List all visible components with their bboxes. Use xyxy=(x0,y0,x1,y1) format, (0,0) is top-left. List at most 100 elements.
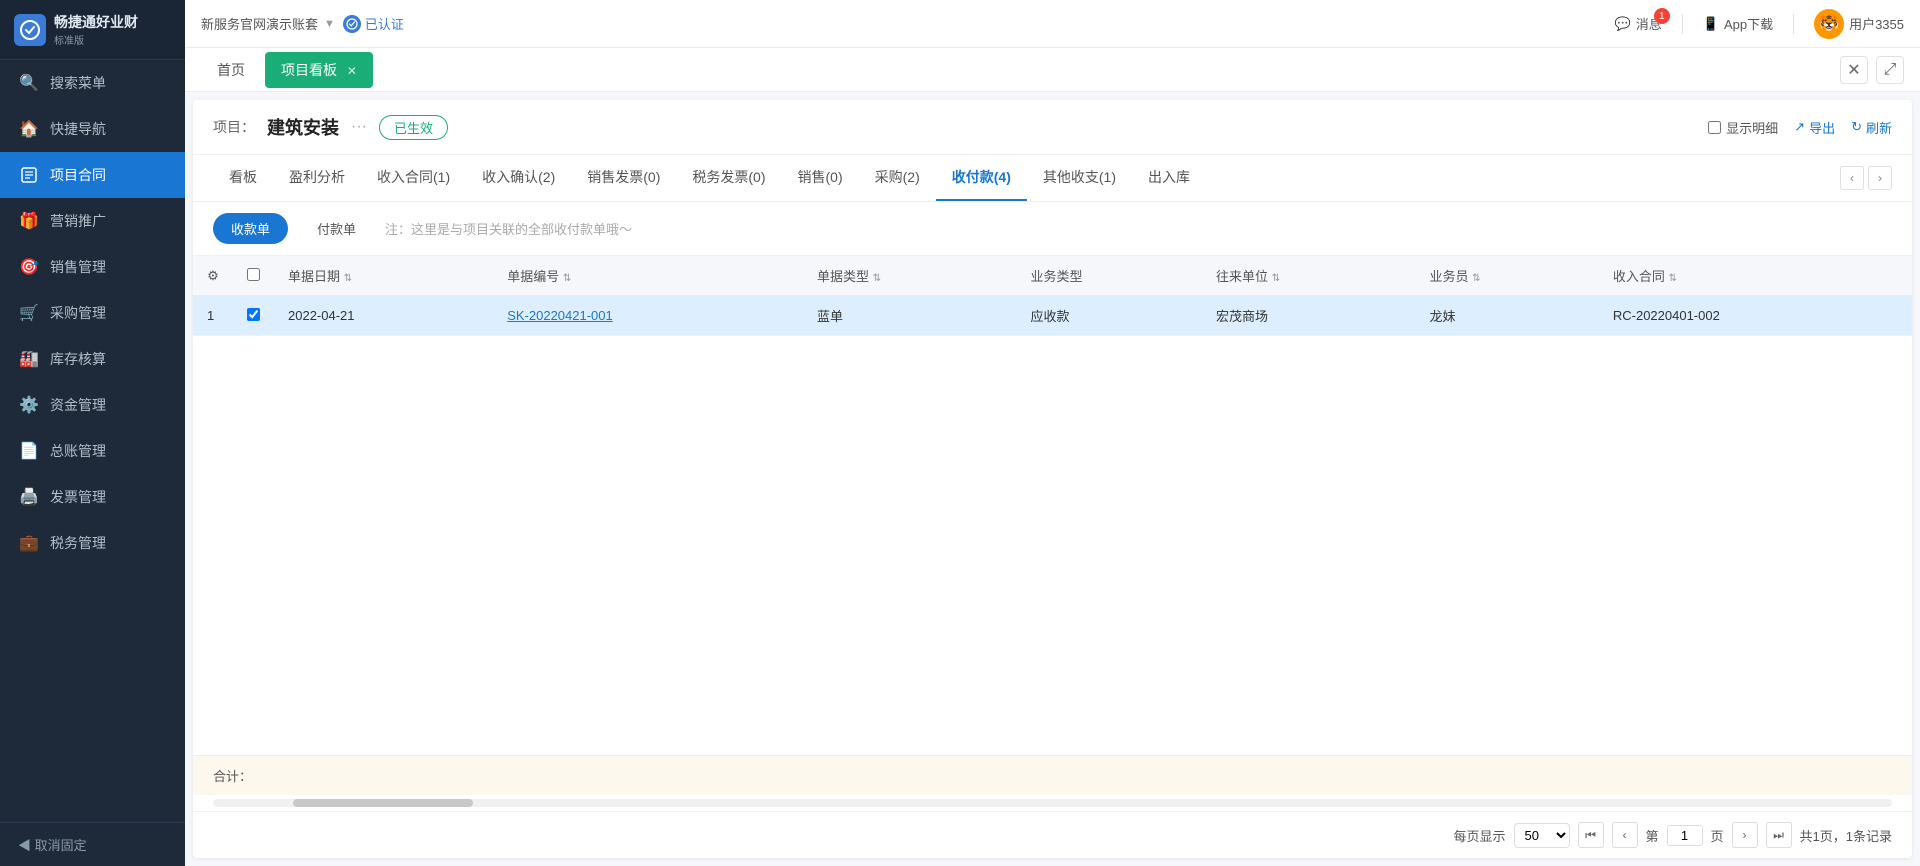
row-number[interactable]: SK-20220421-001 xyxy=(493,296,803,336)
sidebar-item-quick-nav[interactable]: 🏠 快捷导航 xyxy=(0,106,185,152)
message-badge: 1 xyxy=(1654,8,1670,24)
row-biz-type: 应收款 xyxy=(1016,296,1202,336)
project-more-btn[interactable]: ··· xyxy=(351,118,367,136)
sidebar-item-marketing[interactable]: 🎁 营销推广 xyxy=(0,198,185,244)
account-selector[interactable]: 新服务官网演示账套 ▼ xyxy=(201,14,335,33)
certified-text: 已认证 xyxy=(365,14,404,33)
table-checkbox-th[interactable] xyxy=(233,256,274,296)
row-date: 2022-04-21 xyxy=(274,296,493,336)
row-checkbox-cell[interactable] xyxy=(233,296,274,336)
th-number[interactable]: 单据编号 ⇅ xyxy=(493,256,803,296)
next-page-btn[interactable]: › xyxy=(1732,822,1758,848)
table-settings-th[interactable]: ⚙ xyxy=(193,256,233,296)
tabbar: 首页 项目看板 ✕ ✕ ⤢ xyxy=(185,48,1920,92)
th-biz-type: 业务类型 xyxy=(1016,256,1202,296)
th-partner[interactable]: 往来单位 ⇅ xyxy=(1202,256,1415,296)
sidebar-item-tax[interactable]: 💼 税务管理 xyxy=(0,520,185,566)
sub-nav-receipt-label: 收付款(4) xyxy=(952,169,1011,185)
app-download-button[interactable]: 📱 App下载 xyxy=(1703,14,1773,33)
sidebar-item-funds[interactable]: ⚙️ 资金管理 xyxy=(0,382,185,428)
gift-icon: 🎁 xyxy=(18,210,40,232)
row-number-link[interactable]: SK-20220421-001 xyxy=(507,308,613,323)
last-page-btn[interactable]: ⏭ xyxy=(1766,822,1792,848)
sidebar-item-label: 采购管理 xyxy=(50,303,106,323)
sidebar-item-label: 税务管理 xyxy=(50,533,106,553)
show-detail-checkbox[interactable]: 显示明细 xyxy=(1708,118,1778,137)
topbar-right: 💬 消息 1 📱 App下载 🐯 用户3355 xyxy=(1615,9,1904,39)
sub-nav-board[interactable]: 看板 xyxy=(213,155,273,201)
sub-nav-prev-arrow[interactable]: ‹ xyxy=(1840,166,1864,190)
sub-nav-sales-invoice-label: 销售发票(0) xyxy=(587,169,660,185)
sub-nav-income-confirm[interactable]: 收入确认(2) xyxy=(466,155,571,201)
sidebar-item-ledger[interactable]: 📄 总账管理 xyxy=(0,428,185,474)
sub-nav-warehouse[interactable]: 出入库 xyxy=(1132,155,1206,201)
tab-project-board[interactable]: 项目看板 ✕ xyxy=(265,52,373,88)
show-detail-label: 显示明细 xyxy=(1726,118,1778,137)
filter-receipt-btn[interactable]: 收款单 xyxy=(213,213,288,244)
sub-nav-sales[interactable]: 销售(0) xyxy=(782,155,859,201)
show-detail-input[interactable] xyxy=(1708,121,1721,134)
sub-nav-tax-invoice[interactable]: 税务发票(0) xyxy=(676,155,781,201)
unpin-button[interactable]: ◀ 取消固定 xyxy=(0,822,185,866)
project-status-badge: 已生效 xyxy=(379,115,448,140)
sidebar-item-invoice[interactable]: 🖨️ 发票管理 xyxy=(0,474,185,520)
th-number-label: 单据编号 xyxy=(507,269,559,284)
home-icon: 🏠 xyxy=(18,118,40,140)
funds-icon: ⚙️ xyxy=(18,394,40,416)
scrollbar-thumb[interactable] xyxy=(293,799,473,807)
message-button[interactable]: 💬 消息 1 xyxy=(1615,14,1662,33)
tab-home[interactable]: 首页 xyxy=(201,52,261,88)
message-icon: 💬 xyxy=(1615,16,1631,32)
sub-nav-income-contract[interactable]: 收入合同(1) xyxy=(361,155,466,201)
page-input[interactable] xyxy=(1667,825,1703,846)
filter-receipt-label: 收款单 xyxy=(231,222,270,237)
first-page-btn[interactable]: ⏮ xyxy=(1578,822,1604,848)
sidebar-item-sales[interactable]: 🎯 销售管理 xyxy=(0,244,185,290)
sub-nav-next-arrow[interactable]: › xyxy=(1868,166,1892,190)
close-window-btn[interactable]: ✕ xyxy=(1840,56,1868,84)
filter-payment-btn[interactable]: 付款单 xyxy=(298,212,375,245)
sidebar-item-label: 发票管理 xyxy=(50,487,106,507)
sub-nav-receipt[interactable]: 收付款(4) xyxy=(936,155,1027,201)
sidebar-item-label: 项目合同 xyxy=(50,165,106,185)
sales-icon: 🎯 xyxy=(18,256,40,278)
maximize-window-btn[interactable]: ⤢ xyxy=(1876,56,1904,84)
sidebar-item-search[interactable]: 🔍 搜索菜单 xyxy=(0,60,185,106)
settings-icon: ⚙ xyxy=(207,268,219,283)
sub-nav-other-income[interactable]: 其他收支(1) xyxy=(1027,155,1132,201)
select-all-checkbox[interactable] xyxy=(247,268,260,281)
table-row[interactable]: 1 2022-04-21 SK-20220421-001 蓝单 应收款 宏茂商场… xyxy=(193,296,1912,336)
per-page-select[interactable]: 50 100 200 xyxy=(1514,823,1570,848)
app-icon xyxy=(14,14,46,46)
refresh-label: 刷新 xyxy=(1866,118,1892,137)
horizontal-scrollbar[interactable] xyxy=(193,795,1912,811)
th-type-label: 单据类型 xyxy=(817,269,869,284)
app-download-label: App下载 xyxy=(1724,14,1773,33)
prev-page-btn[interactable]: ‹ xyxy=(1612,822,1638,848)
tab-home-label: 首页 xyxy=(217,62,245,78)
sub-nav-sales-invoice[interactable]: 销售发票(0) xyxy=(571,155,676,201)
tab-close-icon[interactable]: ✕ xyxy=(347,64,357,78)
sort-type-icon: ⇅ xyxy=(873,273,881,284)
sidebar-item-purchase[interactable]: 🛒 采购管理 xyxy=(0,290,185,336)
export-btn[interactable]: ↗ 导出 xyxy=(1794,118,1835,137)
search-icon: 🔍 xyxy=(18,72,40,94)
th-type[interactable]: 单据类型 ⇅ xyxy=(803,256,1016,296)
th-date[interactable]: 单据日期 ⇅ xyxy=(274,256,493,296)
project-name: 建筑安装 xyxy=(267,114,339,140)
row-checkbox[interactable] xyxy=(247,308,260,321)
sub-nav-purchase[interactable]: 采购(2) xyxy=(859,155,936,201)
total-info: 共1页，1条记录 xyxy=(1800,826,1892,845)
th-salesman[interactable]: 业务员 ⇅ xyxy=(1416,256,1599,296)
last-page-icon: ⏭ xyxy=(1773,828,1784,843)
table-wrapper: ⚙ 单据日期 ⇅ 单据编号 ⇅ xyxy=(193,256,1912,755)
user-menu[interactable]: 🐯 用户3355 xyxy=(1814,9,1904,39)
sidebar-item-project-contract[interactable]: 项目合同 xyxy=(0,152,185,198)
sub-nav-profit[interactable]: 盈利分析 xyxy=(273,155,361,201)
refresh-btn[interactable]: ↻ 刷新 xyxy=(1851,118,1892,137)
th-date-label: 单据日期 xyxy=(288,269,340,284)
sub-nav-income-contract-label: 收入合同(1) xyxy=(377,169,450,185)
sidebar-item-inventory[interactable]: 🏭 库存核算 xyxy=(0,336,185,382)
th-income-contract[interactable]: 收入合同 ⇅ xyxy=(1599,256,1912,296)
project-icon xyxy=(18,164,40,186)
